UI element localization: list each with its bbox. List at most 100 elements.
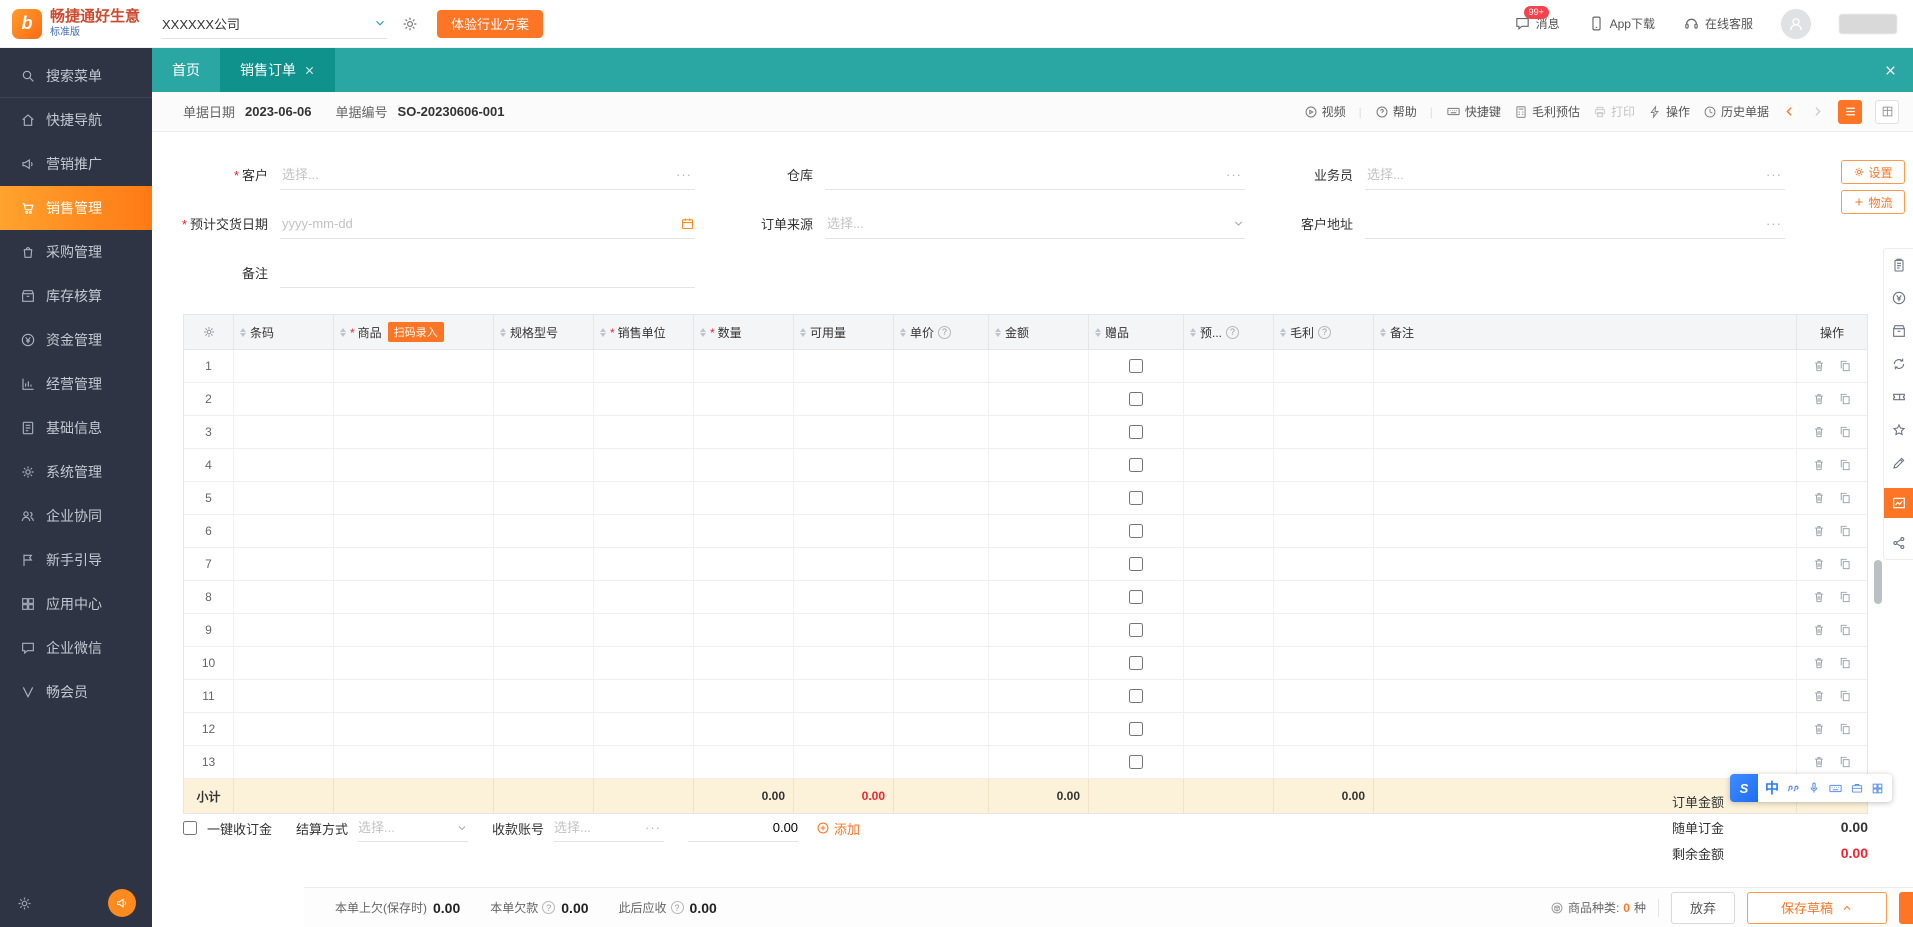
sort-icon[interactable]: [1280, 327, 1286, 337]
customer-field[interactable]: [280, 160, 695, 190]
punctuation-icon[interactable]: [1786, 781, 1800, 795]
copy-row-icon[interactable]: [1838, 590, 1852, 604]
cell-qty[interactable]: [694, 746, 794, 778]
help-circle-icon[interactable]: [1318, 325, 1332, 339]
gift-checkbox[interactable]: [1129, 392, 1143, 406]
cell-remark[interactable]: [1374, 614, 1797, 646]
copy-row-icon[interactable]: [1838, 656, 1852, 670]
table-row[interactable]: 5: [184, 482, 1867, 515]
table-row[interactable]: 9: [184, 614, 1867, 647]
salesman-input[interactable]: [1365, 166, 1763, 182]
cell-product[interactable]: [334, 548, 494, 580]
sidebar-item-app-center[interactable]: 应用中心: [0, 582, 152, 626]
help-circle-icon[interactable]: [1226, 325, 1240, 339]
doc-no-value[interactable]: SO-20230606-001: [398, 104, 505, 119]
cell-qty[interactable]: [694, 614, 794, 646]
copy-row-icon[interactable]: [1838, 392, 1852, 406]
gift-checkbox[interactable]: [1129, 623, 1143, 637]
delete-row-icon[interactable]: [1812, 392, 1826, 406]
copy-row-icon[interactable]: [1838, 689, 1852, 703]
cell-spec[interactable]: [494, 713, 594, 745]
print-button[interactable]: 打印: [1593, 103, 1635, 120]
sidebar-item-member[interactable]: 畅会员: [0, 670, 152, 714]
cell-remark[interactable]: [1374, 581, 1797, 613]
next-doc-arrow-icon[interactable]: [1810, 104, 1825, 119]
sort-icon[interactable]: [600, 327, 606, 337]
sidebar-item-business-management[interactable]: 经营管理: [0, 362, 152, 406]
cell-price[interactable]: [894, 449, 989, 481]
cell-price[interactable]: [894, 383, 989, 415]
copy-row-icon[interactable]: [1838, 425, 1852, 439]
scan-entry-button[interactable]: 扫码录入: [387, 322, 444, 342]
copy-row-icon[interactable]: [1838, 491, 1852, 505]
copy-row-icon[interactable]: [1838, 755, 1852, 769]
delete-row-icon[interactable]: [1812, 755, 1826, 769]
cell-price[interactable]: [894, 548, 989, 580]
sort-icon[interactable]: [500, 327, 506, 337]
cell-remark[interactable]: [1374, 482, 1797, 514]
tab-sales-order[interactable]: 销售订单: [220, 48, 335, 92]
company-select[interactable]: XXXXXX公司: [162, 9, 388, 39]
cell-unit[interactable]: [594, 416, 694, 448]
order-source-select[interactable]: [825, 209, 1245, 239]
table-row[interactable]: 1: [184, 350, 1867, 383]
delivery-date-field[interactable]: [280, 209, 695, 239]
remark-input[interactable]: [280, 264, 695, 280]
cell-amount[interactable]: [989, 614, 1089, 646]
cell-qty[interactable]: [694, 383, 794, 415]
cell-spec[interactable]: [494, 449, 594, 481]
table-row[interactable]: 10: [184, 647, 1867, 680]
cell-unit[interactable]: [594, 680, 694, 712]
table-row[interactable]: 4: [184, 449, 1867, 482]
cell-amount[interactable]: [989, 449, 1089, 481]
cell-unit[interactable]: [594, 713, 694, 745]
cell-unit[interactable]: [594, 383, 694, 415]
avatar[interactable]: [1781, 8, 1811, 39]
deposit-amount-field[interactable]: [688, 814, 799, 842]
cell-price[interactable]: [894, 614, 989, 646]
app-download-button[interactable]: App下载: [1588, 15, 1655, 32]
sidebar-item-beginner-guide[interactable]: 新手引导: [0, 538, 152, 582]
grid-view-toggle[interactable]: [1875, 99, 1899, 124]
help-circle-icon[interactable]: [542, 901, 556, 914]
cell-price[interactable]: [894, 482, 989, 514]
cell-price[interactable]: [894, 350, 989, 382]
gift-checkbox[interactable]: [1129, 755, 1143, 769]
delete-row-icon[interactable]: [1812, 623, 1826, 637]
table-row[interactable]: 7: [184, 548, 1867, 581]
sort-icon[interactable]: [1380, 327, 1386, 337]
cell-unit[interactable]: [594, 647, 694, 679]
cell-amount[interactable]: [989, 350, 1089, 382]
sidebar-item-search-menu[interactable]: 搜索菜单: [0, 54, 152, 98]
cell-product[interactable]: [334, 581, 494, 613]
delete-row-icon[interactable]: [1812, 425, 1826, 439]
sort-icon[interactable]: [240, 327, 246, 337]
sort-icon[interactable]: [800, 327, 806, 337]
help-circle-icon[interactable]: [938, 325, 952, 339]
cell-qty[interactable]: [694, 416, 794, 448]
salesman-field[interactable]: [1365, 160, 1785, 190]
discard-button[interactable]: 放弃: [1670, 891, 1735, 924]
logistics-button[interactable]: 物流: [1841, 190, 1905, 214]
copy-row-icon[interactable]: [1838, 359, 1852, 373]
sidebar-item-funds-management[interactable]: 资金管理: [0, 318, 152, 362]
table-row[interactable]: 2: [184, 383, 1867, 416]
ime-logo-icon[interactable]: S: [1730, 774, 1758, 802]
gift-checkbox[interactable]: [1129, 557, 1143, 571]
refresh-tool-icon[interactable]: [1891, 356, 1907, 372]
account-field[interactable]: [554, 814, 665, 842]
hotkey-button[interactable]: 快捷键: [1446, 103, 1501, 120]
cell-spec[interactable]: [494, 515, 594, 547]
table-row[interactable]: 6: [184, 515, 1867, 548]
prev-doc-arrow-icon[interactable]: [1782, 104, 1797, 119]
header-price[interactable]: 单价: [894, 315, 989, 349]
cell-product[interactable]: [334, 449, 494, 481]
cell-barcode[interactable]: [234, 482, 334, 514]
sidebar-item-system-management[interactable]: 系统管理: [0, 450, 152, 494]
gift-checkbox[interactable]: [1129, 656, 1143, 670]
cell-amount[interactable]: [989, 746, 1089, 778]
cell-price[interactable]: [894, 713, 989, 745]
help-circle-icon[interactable]: [670, 901, 684, 914]
delete-row-icon[interactable]: [1812, 524, 1826, 538]
tab-home[interactable]: 首页: [152, 48, 220, 92]
